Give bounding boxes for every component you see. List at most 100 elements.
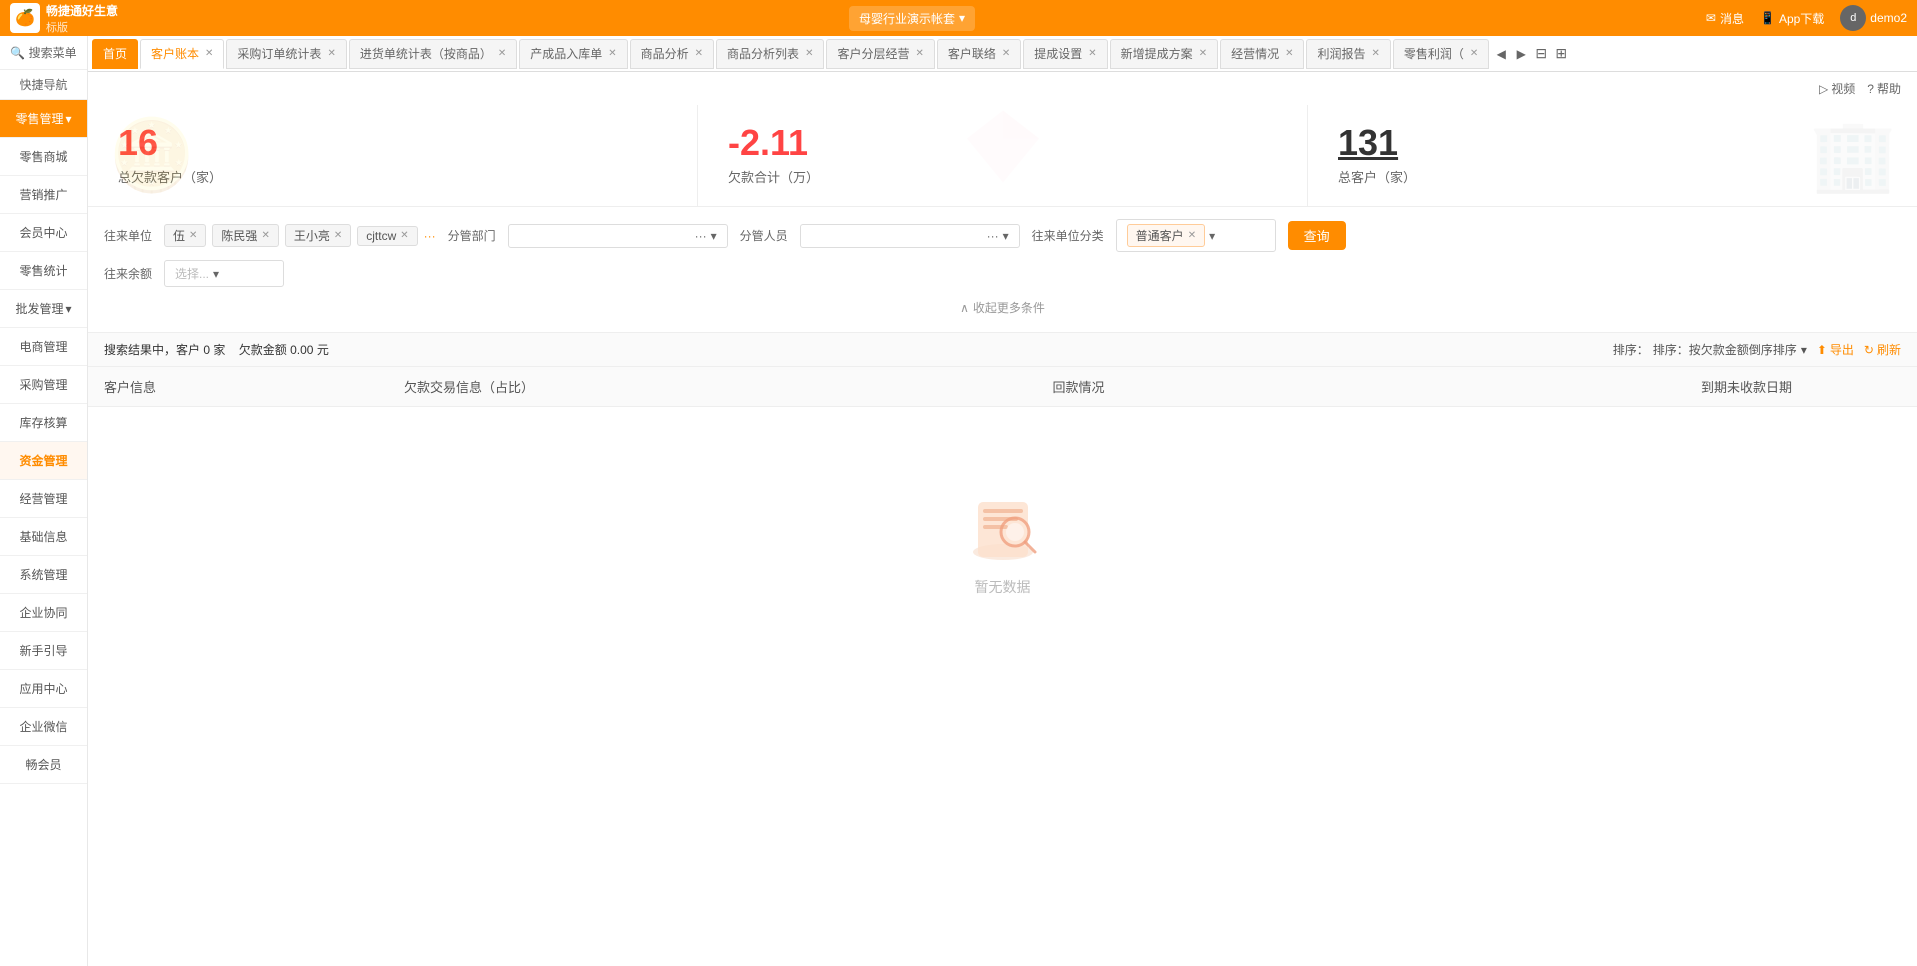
tag-close-icon[interactable]: ✕	[1188, 230, 1196, 241]
close-icon[interactable]: ✕	[327, 48, 335, 59]
tab-product-analysis-list[interactable]: 商品分析列表 ✕	[716, 39, 824, 69]
tag-close-icon[interactable]: ✕	[334, 230, 342, 241]
sidebar-item-guide[interactable]: 新手引导	[0, 632, 87, 670]
tab-label: 产成品入库单	[530, 45, 602, 62]
unit-tag-3[interactable]: 王小亮 ✕	[285, 224, 351, 247]
export-icon: ⬆	[1817, 343, 1827, 357]
sidebar-item-retail-stats[interactable]: 零售统计	[0, 252, 87, 290]
tab-minimize[interactable]: ⊟	[1531, 39, 1551, 69]
balance-select[interactable]: 选择... ▾	[164, 260, 284, 287]
person-select[interactable]: ··· ▾	[800, 224, 1020, 248]
balance-label: 往来余额	[104, 265, 152, 282]
tab-label: 商品分析	[641, 45, 689, 62]
sidebar-item-purchase[interactable]: 采购管理	[0, 366, 87, 404]
sidebar-item-marketing[interactable]: 营销推广	[0, 176, 87, 214]
coin-bg-icon: 🪙	[108, 115, 195, 197]
category-select[interactable]: 普通客户 ✕ ▾	[1116, 219, 1276, 252]
help-label: 帮助	[1877, 80, 1901, 97]
account-selector[interactable]: 母婴行业演示帐套 ▾	[849, 6, 975, 31]
chevron-down-icon: ▾	[213, 267, 219, 281]
tab-home[interactable]: 首页	[92, 39, 138, 69]
sidebar-item-inventory[interactable]: 库存核算	[0, 404, 87, 442]
tab-retail-profit[interactable]: 零售利润（ ✕	[1393, 39, 1489, 69]
tag-close-icon[interactable]: ✕	[189, 230, 197, 241]
dept-select[interactable]: ··· ▾	[508, 224, 728, 248]
sidebar-item-retail-mall[interactable]: 零售商城	[0, 138, 87, 176]
tab-customer-ledger[interactable]: 客户账本 ✕	[140, 39, 224, 69]
collapse-btn[interactable]: ∧ 收起更多条件	[104, 295, 1901, 320]
close-icon[interactable]: ✕	[915, 48, 923, 59]
sidebar-search[interactable]: 🔍 搜索菜单	[0, 36, 87, 70]
close-icon[interactable]: ✕	[608, 48, 616, 59]
filter-area: 往来单位 伍 ✕ 陈民强 ✕ 王小亮	[88, 207, 1917, 333]
video-btn[interactable]: ▷ 视频	[1819, 80, 1855, 97]
dots-icon: ···	[695, 229, 707, 243]
stat-label-total: 总客户（家）	[1338, 167, 1887, 186]
close-icon[interactable]: ✕	[498, 48, 506, 59]
tab-purchase-stats[interactable]: 采购订单统计表 ✕	[226, 39, 346, 69]
user-action[interactable]: d demo2	[1840, 5, 1907, 31]
more-tags-btn[interactable]: ···	[424, 229, 436, 243]
sidebar-item-member[interactable]: 会员中心	[0, 214, 87, 252]
close-icon[interactable]: ✕	[1199, 48, 1207, 59]
tab-customer-layer[interactable]: 客户分层经营 ✕	[826, 39, 934, 69]
chevron-down-icon: ▾	[959, 11, 965, 25]
app-download-action[interactable]: 📱 App下载	[1760, 10, 1824, 27]
tab-nav-right[interactable]: ▶	[1511, 39, 1531, 69]
sort-select[interactable]: 排序： 排序：按欠款金额倒序排序 ▾	[1613, 341, 1807, 358]
close-icon[interactable]: ✕	[1285, 48, 1293, 59]
close-icon[interactable]: ✕	[1002, 48, 1010, 59]
tab-commission-new[interactable]: 新增提成方案 ✕	[1110, 39, 1218, 69]
app-container: 🍊 畅捷通好生意 标版 母婴行业演示帐套 ▾ ✉ 消息 📱 App下载 d de…	[0, 0, 1917, 966]
close-icon[interactable]: ✕	[805, 48, 813, 59]
sidebar: 🔍 搜索菜单 快捷导航 零售管理 ▾ 零售商城 营销推广 会员中心 零售统计 批…	[0, 36, 88, 966]
th-customer: 客户信息	[104, 377, 404, 396]
close-icon[interactable]: ✕	[1372, 48, 1380, 59]
tag-close-icon[interactable]: ✕	[400, 230, 408, 241]
tab-nav-left[interactable]: ◀	[1491, 39, 1511, 69]
unit-tags: 伍 ✕ 陈民强 ✕ 王小亮 ✕	[164, 224, 436, 247]
close-icon[interactable]: ✕	[1470, 48, 1478, 59]
tab-commission-settings[interactable]: 提成设置 ✕	[1023, 39, 1107, 69]
unit-tag-2[interactable]: 陈民强 ✕	[212, 224, 278, 247]
export-btn[interactable]: ⬆ 导出	[1817, 341, 1854, 358]
sidebar-item-enterprise[interactable]: 企业协同	[0, 594, 87, 632]
tab-operations[interactable]: 经营情况 ✕	[1220, 39, 1304, 69]
sidebar-item-ecommerce[interactable]: 电商管理	[0, 328, 87, 366]
query-button[interactable]: 查询	[1288, 221, 1346, 250]
tab-label: 零售利润（	[1404, 45, 1464, 62]
sidebar-item-wechat[interactable]: 企业微信	[0, 708, 87, 746]
video-icon: ▷	[1819, 82, 1828, 96]
sidebar-item-basics[interactable]: 基础信息	[0, 518, 87, 556]
close-icon[interactable]: ✕	[205, 48, 213, 59]
tab-purchase-table[interactable]: 进货单统计表（按商品） ✕	[349, 39, 517, 69]
tab-profit-report[interactable]: 利润报告 ✕	[1306, 39, 1390, 69]
sidebar-item-apps[interactable]: 应用中心	[0, 670, 87, 708]
sidebar-quick-nav[interactable]: 快捷导航	[0, 70, 87, 100]
top-actions: ✉ 消息 📱 App下载 d demo2	[1706, 5, 1907, 31]
unit-tag-1[interactable]: 伍 ✕	[164, 224, 206, 247]
sidebar-item-retail[interactable]: 零售管理 ▾	[0, 100, 87, 138]
tab-product-warehouse[interactable]: 产成品入库单 ✕	[519, 39, 627, 69]
category-value: 普通客户	[1136, 227, 1184, 244]
export-label: 导出	[1830, 341, 1854, 358]
unit-tag-4[interactable]: cjttcw ✕	[357, 226, 417, 246]
message-action[interactable]: ✉ 消息	[1706, 10, 1744, 27]
tag-close-icon[interactable]: ✕	[261, 230, 269, 241]
tab-bar: 首页 客户账本 ✕ 采购订单统计表 ✕ 进货单统计表（按商品） ✕ 产成品入库单…	[88, 36, 1917, 72]
tab-product-analysis[interactable]: 商品分析 ✕	[630, 39, 714, 69]
help-btn[interactable]: ? 帮助	[1867, 80, 1901, 97]
sidebar-item-finance[interactable]: 资金管理	[0, 442, 87, 480]
sidebar-item-operations[interactable]: 经营管理	[0, 480, 87, 518]
refresh-btn[interactable]: ↻ 刷新	[1864, 341, 1901, 358]
sidebar-item-changhui[interactable]: 畅会员	[0, 746, 87, 784]
tab-maximize[interactable]: ⊞	[1551, 39, 1571, 69]
sidebar-item-wholesale[interactable]: 批发管理 ▾	[0, 290, 87, 328]
empty-state: 暂无数据	[88, 407, 1917, 677]
chevron-down-icon: ▾	[711, 229, 717, 243]
close-icon[interactable]: ✕	[695, 48, 703, 59]
tab-customer-contact[interactable]: 客户联络 ✕	[937, 39, 1021, 69]
tab-label: 客户联络	[948, 45, 996, 62]
sidebar-item-system[interactable]: 系统管理	[0, 556, 87, 594]
close-icon[interactable]: ✕	[1088, 48, 1096, 59]
